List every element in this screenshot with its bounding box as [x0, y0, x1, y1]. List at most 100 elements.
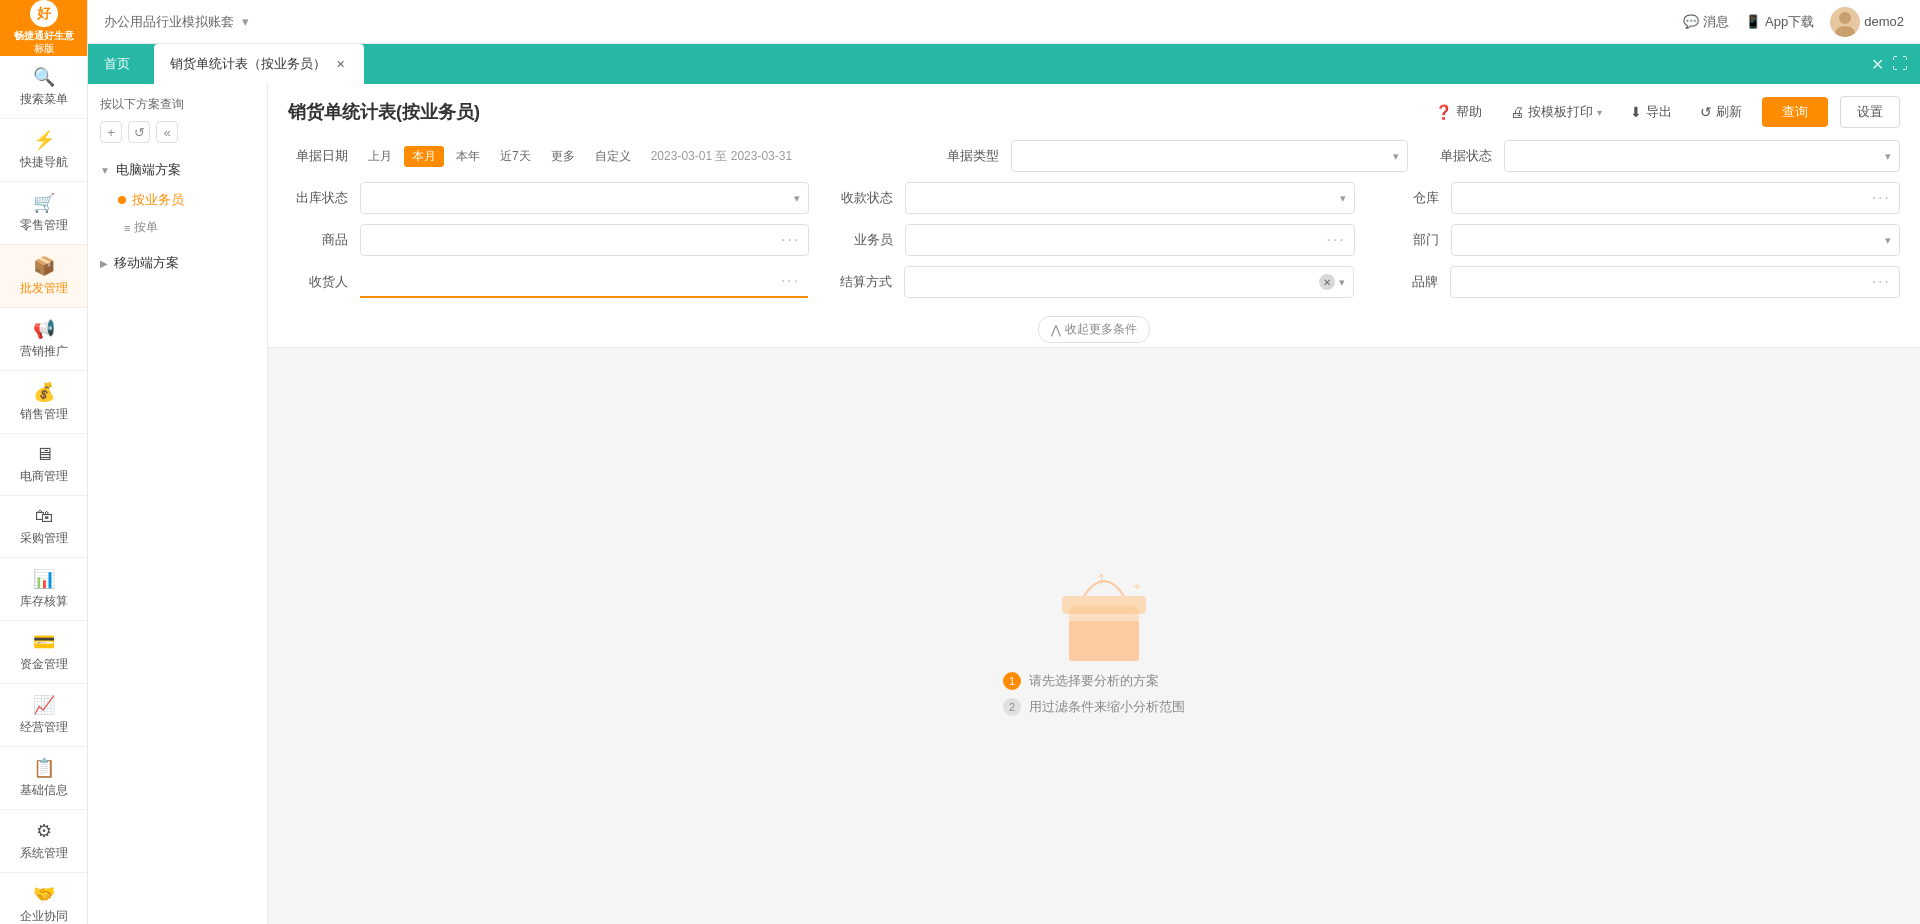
- avatar: [1830, 7, 1860, 37]
- scheme-sub-by-order[interactable]: ≡ 按单: [88, 215, 267, 240]
- date-tab-custom[interactable]: 自定义: [587, 146, 639, 167]
- scheme-group-desktop: ▼ 电脑端方案 按业务员 ≡ 按单: [88, 151, 267, 244]
- sidebar-item-system[interactable]: ⚙ 系统管理: [0, 810, 87, 873]
- left-panel-tools: + ↺ «: [88, 121, 267, 151]
- sidebar-item-quick-nav[interactable]: ⚡ 快捷导航: [0, 119, 87, 182]
- settings-button[interactable]: 设置: [1840, 96, 1900, 128]
- sidebar-item-purchase[interactable]: 🛍 采购管理: [0, 496, 87, 558]
- marketing-icon: 📢: [33, 318, 55, 340]
- purchase-icon: 🛍: [35, 506, 53, 527]
- consignee-input[interactable]: ···: [360, 266, 808, 298]
- order-type-label: 单据类型: [939, 147, 999, 165]
- warehouse-dots: ···: [1872, 189, 1891, 207]
- tab-close-all-icon[interactable]: ✕: [1871, 55, 1884, 74]
- messages-button[interactable]: 💬 消息: [1683, 13, 1729, 31]
- sidebar-label-marketing: 营销推广: [20, 343, 68, 360]
- sidebar-label-operation: 经营管理: [20, 719, 68, 736]
- inventory-icon: 📊: [33, 568, 55, 590]
- search-menu-icon: 🔍: [33, 66, 55, 88]
- empty-illustration: ↑ ✦: [1044, 556, 1144, 656]
- sidebar-label-inventory: 库存核算: [20, 593, 68, 610]
- payment-status-label: 收款状态: [833, 189, 893, 207]
- step2-text: 用过滤条件来缩小分析范围: [1029, 698, 1185, 716]
- sidebar-item-basic[interactable]: 📋 基础信息: [0, 747, 87, 810]
- sidebar-item-operation[interactable]: 📈 经营管理: [0, 684, 87, 747]
- help-button[interactable]: ❓ 帮助: [1427, 99, 1490, 125]
- app-name: 畅捷通好生意: [14, 29, 74, 42]
- left-panel: 按以下方案查询 + ↺ « ▼ 电脑端方案: [88, 84, 268, 924]
- order-type-select[interactable]: ▾: [1011, 140, 1407, 172]
- retail-icon: 🛒: [33, 192, 55, 214]
- payment-status-arrow: ▾: [1340, 192, 1346, 205]
- consignee-dots: ···: [781, 272, 800, 290]
- page-header: 销货单统计表(按业务员) ❓ 帮助 🖨 按模板打印 ▾ ⬇: [268, 84, 1920, 348]
- print-button[interactable]: 🖨 按模板打印 ▾: [1502, 99, 1610, 125]
- svg-text:✦: ✦: [1132, 580, 1142, 594]
- tab-home[interactable]: 首页: [88, 44, 146, 84]
- operation-icon: 📈: [33, 694, 55, 716]
- app-sub: 标版: [34, 42, 54, 56]
- empty-state: ↑ ✦ 1 请先选择要分析的方案 2 用过滤条件来缩小分析范围: [268, 348, 1920, 924]
- account-name: 办公用品行业模拟账套: [104, 13, 234, 31]
- brand-select[interactable]: ···: [1450, 266, 1900, 298]
- sidebar-label-system: 系统管理: [20, 845, 68, 862]
- scheme-item-by-salesperson[interactable]: 按业务员: [88, 185, 267, 215]
- payment-status-select[interactable]: ▾: [905, 182, 1354, 214]
- settlement-select[interactable]: ✕ ▾: [904, 266, 1354, 298]
- sidebar-item-finance[interactable]: 💳 资金管理: [0, 621, 87, 684]
- department-label: 部门: [1379, 231, 1439, 249]
- export-label: 导出: [1646, 103, 1672, 121]
- sidebar-item-inventory[interactable]: 📊 库存核算: [0, 558, 87, 621]
- sidebar-item-marketing[interactable]: 📢 营销推广: [0, 308, 87, 371]
- collapse-up-icon: ⋀: [1051, 323, 1061, 337]
- refresh-scheme-button[interactable]: ↺: [128, 121, 150, 143]
- sub-icon: ≡: [124, 222, 130, 234]
- date-tab-7days[interactable]: 近7天: [492, 146, 539, 167]
- department-select[interactable]: ▾: [1451, 224, 1900, 256]
- sidebar-item-retail[interactable]: 🛒 零售管理: [0, 182, 87, 245]
- out-status-select[interactable]: ▾: [360, 182, 809, 214]
- date-tab-last-month[interactable]: 上月: [360, 146, 400, 167]
- export-icon: ⬇: [1630, 104, 1642, 120]
- date-tab-this-year[interactable]: 本年: [448, 146, 488, 167]
- collapse-filters-button[interactable]: ⋀ 收起更多条件: [1038, 316, 1150, 343]
- query-button[interactable]: 查询: [1762, 97, 1828, 127]
- sidebar-item-search[interactable]: 🔍 搜索菜单: [0, 56, 87, 119]
- salesperson-label: 业务员: [833, 231, 893, 249]
- group-mobile-label: 移动端方案: [114, 254, 179, 272]
- sidebar-item-sales[interactable]: 💰 销售管理: [0, 371, 87, 434]
- user-name: demo2: [1864, 14, 1904, 29]
- refresh-button[interactable]: ↺ 刷新: [1692, 99, 1750, 125]
- user-profile[interactable]: demo2: [1830, 7, 1904, 37]
- sidebar-item-collab[interactable]: 🤝 企业协同: [0, 873, 87, 924]
- sidebar-item-wholesale[interactable]: 📦 批发管理: [0, 245, 87, 308]
- group-collapse-icon: ▶: [100, 258, 108, 269]
- sidebar-item-ecommerce[interactable]: 🖥 电商管理: [0, 434, 87, 496]
- tab-report[interactable]: 销货单统计表（按业务员） ✕: [154, 44, 364, 84]
- warehouse-select[interactable]: ···: [1451, 182, 1900, 214]
- messages-label: 消息: [1703, 13, 1729, 31]
- collapse-panel-button[interactable]: «: [156, 121, 178, 143]
- empty-step-1: 1 请先选择要分析的方案: [1003, 672, 1185, 690]
- topbar-right: 💬 消息 📱 App下载 demo2: [1683, 7, 1904, 37]
- right-panel: 销货单统计表(按业务员) ❓ 帮助 🖨 按模板打印 ▾ ⬇: [268, 84, 1920, 924]
- date-tab-more[interactable]: 更多: [543, 146, 583, 167]
- account-dropdown-icon[interactable]: ▾: [242, 14, 249, 29]
- add-scheme-button[interactable]: +: [100, 121, 122, 143]
- salesperson-select[interactable]: ···: [905, 224, 1354, 256]
- tab-close-icon[interactable]: ✕: [332, 56, 348, 72]
- topbar-left: 办公用品行业模拟账套 ▾: [104, 13, 249, 31]
- app-download-button[interactable]: 📱 App下载: [1745, 13, 1814, 31]
- date-tab-this-month[interactable]: 本月: [404, 146, 444, 167]
- order-status-select[interactable]: ▾: [1504, 140, 1900, 172]
- scheme-group-desktop-header[interactable]: ▼ 电脑端方案: [88, 155, 267, 185]
- tab-maximize-icon[interactable]: ⛶: [1892, 55, 1908, 73]
- download-icon: 📱: [1745, 14, 1761, 29]
- scheme-group-mobile-header[interactable]: ▶ 移动端方案: [88, 248, 267, 278]
- out-status-arrow: ▾: [794, 192, 800, 205]
- brand-dots: ···: [1872, 273, 1891, 291]
- refresh-page-icon: ↺: [1700, 104, 1712, 120]
- settlement-clear-icon[interactable]: ✕: [1319, 274, 1335, 290]
- goods-select[interactable]: ···: [360, 224, 809, 256]
- export-button[interactable]: ⬇ 导出: [1622, 99, 1680, 125]
